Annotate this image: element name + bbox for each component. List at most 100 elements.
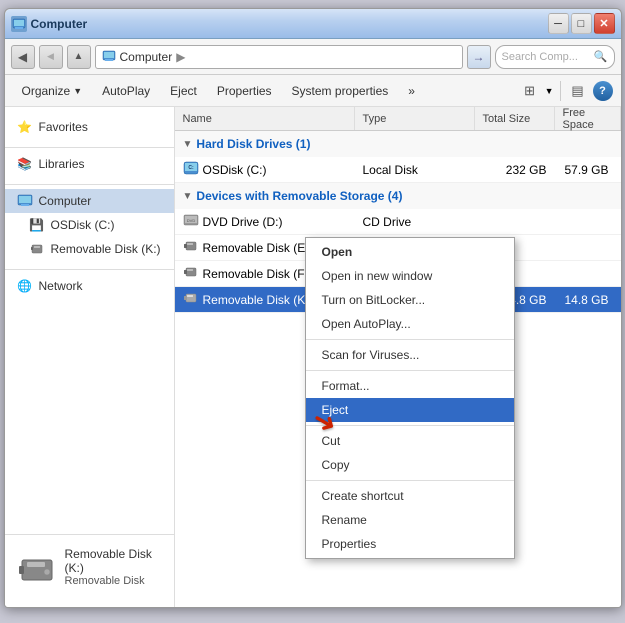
system-properties-label: System properties — [292, 84, 389, 98]
col-name-header[interactable]: Name — [175, 107, 355, 130]
address-path: Computer — [120, 50, 173, 64]
device-preview-icon — [17, 552, 57, 582]
removable-e-row-name: Removable Disk (E:) — [203, 241, 313, 255]
window-title: Computer — [31, 17, 88, 31]
address-arrow: ▶ — [176, 50, 185, 64]
ctx-cut[interactable]: Cut — [306, 429, 514, 453]
sidebar-item-removable-k[interactable]: Removable Disk (K:) — [5, 237, 174, 261]
organize-button[interactable]: Organize ▼ — [13, 78, 92, 104]
sidebar-sep-1 — [5, 147, 174, 148]
removable-f-row-name: Removable Disk (F:) — [203, 267, 312, 281]
device-preview-type: Removable Disk — [65, 575, 162, 587]
removable-section-label: Devices with Removable Storage (4) — [196, 189, 402, 203]
computer-nav-label: Computer — [39, 194, 92, 208]
osdisk-label: OSDisk (C:) — [51, 218, 115, 232]
device-preview-name: Removable Disk (K:) — [65, 547, 162, 575]
organize-dropdown-icon: ▼ — [73, 86, 82, 96]
hard-disk-section-label: Hard Disk Drives (1) — [196, 137, 310, 151]
explorer-window: Computer ─ □ ✕ ◀ ◀ ▲ Computer ▶ → Search… — [4, 8, 622, 608]
ctx-rename[interactable]: Rename — [306, 508, 514, 532]
col-totalsize-header[interactable]: Total Size — [475, 107, 555, 130]
sidebar-item-network[interactable]: 🌐 Network — [5, 274, 174, 298]
title-bar-left: Computer — [11, 16, 88, 32]
osdisk-row-name: OSDisk (C:) — [203, 163, 267, 177]
removable-k-free-cell: 14.8 GB — [555, 293, 621, 307]
preview-pane-button[interactable]: ▤ — [567, 80, 589, 102]
osdisk-size-cell: 232 GB — [475, 163, 555, 177]
forward-button[interactable]: ◀ — [39, 45, 63, 69]
dvd-row-name: DVD Drive (D:) — [203, 215, 283, 229]
ctx-open-new-window[interactable]: Open in new window — [306, 264, 514, 288]
eject-button[interactable]: Eject — [161, 78, 206, 104]
system-properties-button[interactable]: System properties — [283, 78, 398, 104]
more-label: » — [408, 84, 415, 98]
ctx-sep-4 — [306, 480, 514, 481]
autoplay-button[interactable]: AutoPlay — [93, 78, 159, 104]
libraries-label: Libraries — [39, 157, 85, 171]
sidebar-status: Removable Disk (K:) Removable Disk — [5, 534, 174, 599]
properties-button[interactable]: Properties — [208, 78, 281, 104]
ctx-sep-2 — [306, 370, 514, 371]
help-button[interactable]: ? — [593, 81, 613, 101]
ctx-copy[interactable]: Copy — [306, 453, 514, 477]
sidebar-sep-3 — [5, 269, 174, 270]
file-list: Name Type Total Size Free Space ▼ Hard D… — [175, 107, 621, 607]
file-list-header: Name Type Total Size Free Space — [175, 107, 621, 131]
favorites-label: Favorites — [39, 120, 88, 134]
back-button[interactable]: ◀ — [11, 45, 35, 69]
dvd-name-cell: DVD DVD Drive (D:) — [175, 212, 355, 231]
sidebar: ⭐ Favorites 📚 Libraries — [5, 107, 175, 607]
favorites-section: ⭐ Favorites — [5, 115, 174, 139]
address-box[interactable]: Computer ▶ — [95, 45, 463, 69]
removable-k-label: Removable Disk (K:) — [51, 242, 161, 256]
ctx-scan[interactable]: Scan for Viruses... — [306, 343, 514, 367]
sidebar-sep-2 — [5, 184, 174, 185]
minimize-button[interactable]: ─ — [548, 13, 569, 34]
autoplay-label: AutoPlay — [102, 84, 150, 98]
maximize-button[interactable]: □ — [571, 13, 592, 34]
favorites-icon: ⭐ — [17, 119, 33, 135]
go-button[interactable]: → — [467, 45, 491, 69]
dvd-type-cell: CD Drive — [355, 215, 475, 229]
ctx-bitlocker[interactable]: Turn on BitLocker... — [306, 288, 514, 312]
more-button[interactable]: » — [399, 78, 424, 104]
removable-k-icon — [29, 241, 45, 257]
eject-label: Eject — [170, 84, 197, 98]
table-row[interactable]: C: OSDisk (C:) Local Disk 232 GB 57.9 GB — [175, 157, 621, 183]
svg-text:C:: C: — [188, 165, 194, 171]
close-button[interactable]: ✕ — [594, 13, 615, 34]
table-row[interactable]: DVD DVD Drive (D:) CD Drive — [175, 209, 621, 235]
ctx-autoplay[interactable]: Open AutoPlay... — [306, 312, 514, 336]
view-dropdown-icon[interactable]: ▼ — [545, 86, 554, 96]
sidebar-item-libraries[interactable]: 📚 Libraries — [5, 152, 174, 176]
sidebar-item-computer[interactable]: Computer — [5, 189, 174, 213]
organize-label: Organize — [22, 84, 71, 98]
device-info: Removable Disk (K:) Removable Disk — [65, 547, 162, 587]
removable-e-icon — [183, 238, 199, 257]
ctx-properties[interactable]: Properties — [306, 532, 514, 556]
libraries-icon: 📚 — [17, 156, 33, 172]
osdisk-free-cell: 57.9 GB — [555, 163, 621, 177]
network-label: Network — [39, 279, 83, 293]
device-preview: Removable Disk (K:) Removable Disk — [13, 543, 166, 591]
svg-text:DVD: DVD — [186, 218, 195, 223]
address-bar: ◀ ◀ ▲ Computer ▶ → Search Comp... 🔍 — [5, 39, 621, 75]
ctx-create-shortcut[interactable]: Create shortcut — [306, 484, 514, 508]
change-view-button[interactable]: ⊞ — [519, 80, 541, 102]
hard-disk-section-header: ▼ Hard Disk Drives (1) — [175, 131, 621, 157]
search-box[interactable]: Search Comp... 🔍 — [495, 45, 615, 69]
libraries-section: 📚 Libraries — [5, 152, 174, 176]
ctx-format[interactable]: Format... — [306, 374, 514, 398]
toolbar-right: ⊞ ▼ ▤ ? — [519, 80, 613, 102]
sidebar-item-favorites[interactable]: ⭐ Favorites — [5, 115, 174, 139]
hdd-arrow: ▼ — [183, 139, 193, 150]
removable-k-row-name: Removable Disk (K:) — [203, 293, 313, 307]
up-button[interactable]: ▲ — [67, 45, 91, 69]
search-placeholder: Search Comp... — [502, 51, 578, 63]
col-freespace-header[interactable]: Free Space — [555, 107, 621, 130]
computer-section: Computer 💾 OSDisk (C:) Removable Disk (K — [5, 189, 174, 261]
sidebar-item-osdisk[interactable]: 💾 OSDisk (C:) — [5, 213, 174, 237]
col-type-header[interactable]: Type — [355, 107, 475, 130]
ctx-open[interactable]: Open — [306, 240, 514, 264]
toolbar-separator — [560, 81, 561, 101]
